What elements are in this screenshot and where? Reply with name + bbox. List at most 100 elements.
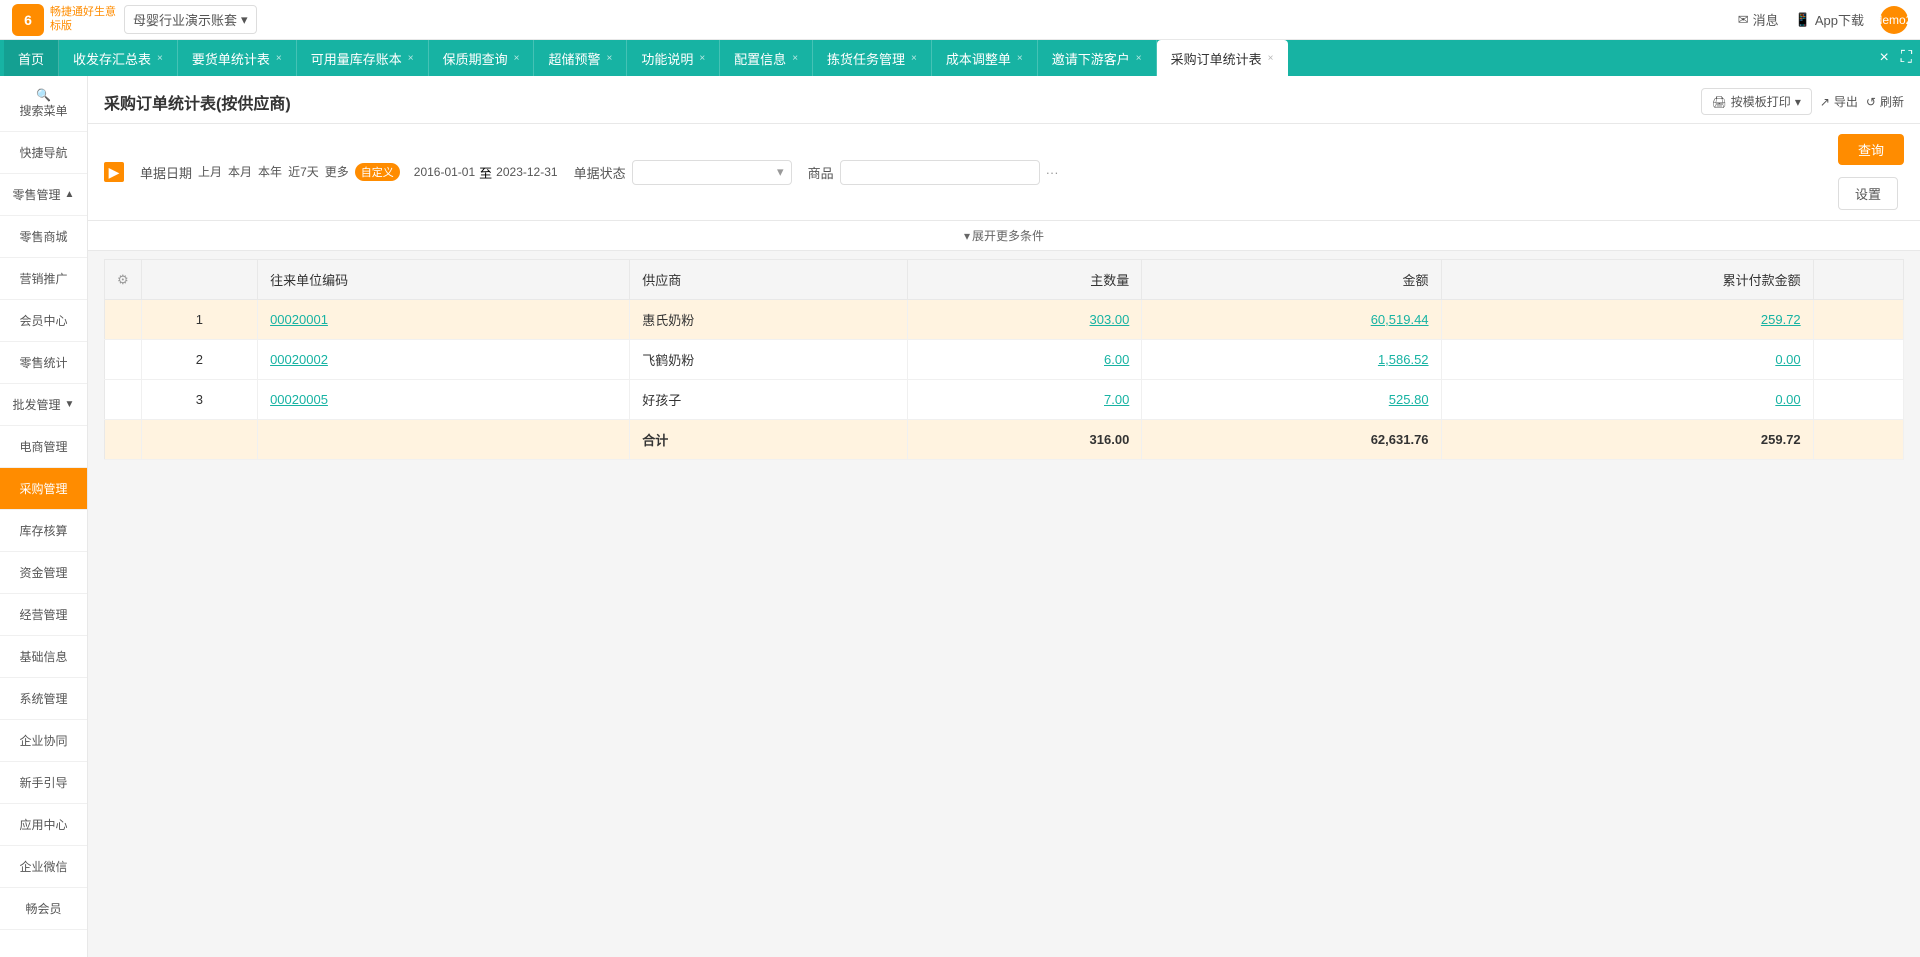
last-month-shortcut[interactable]: 上月: [198, 163, 222, 181]
tab-overstock[interactable]: 超储预警 ×: [534, 40, 627, 76]
expand-more-bar: ▾ 展开更多条件: [88, 221, 1920, 251]
tab-pick-task[interactable]: 拣货任务管理 ×: [813, 40, 932, 76]
maximize-button[interactable]: ⛶: [1897, 45, 1916, 71]
close-tab-function-desc[interactable]: ×: [699, 53, 705, 64]
goods-filter-group: 商品 ···: [808, 160, 1059, 185]
last-7-days-shortcut[interactable]: 近7天: [288, 163, 319, 181]
sidebar-item-system[interactable]: 系统管理: [0, 678, 87, 720]
sidebar-item-purchase[interactable]: 采购管理: [0, 468, 87, 510]
close-tab-overstock[interactable]: ×: [606, 53, 612, 64]
expand-more-button[interactable]: ▾ 展开更多条件: [964, 227, 1044, 244]
close-tab-inventory-book[interactable]: ×: [408, 53, 414, 64]
sidebar-item-new-guide[interactable]: 新手引导: [0, 762, 87, 804]
col-quantity: 主数量: [908, 260, 1142, 300]
more-date-shortcut[interactable]: 更多: [325, 163, 349, 181]
nav-tabs: 首页 收发存汇总表 × 要货单统计表 × 可用量库存账本 × 保质期查询 × 超…: [0, 40, 1920, 76]
filter-row: ▶ 单据日期 上月 本月 本年 近7天 更多 自定义 2016-01-01 至: [104, 134, 1904, 210]
chevron-down-icon: ▾: [241, 12, 248, 28]
nav-tabs-actions: × ⛶: [1875, 45, 1920, 71]
row-seq: 1: [141, 300, 257, 340]
sidebar-item-marketing[interactable]: 营销推广: [0, 258, 87, 300]
goods-filter-label: 商品: [808, 163, 834, 182]
col-seq: [141, 260, 257, 300]
col-supplier-code: 往来单位编码: [258, 260, 630, 300]
col-amount: 金额: [1142, 260, 1441, 300]
message-button[interactable]: ✉ 消息: [1738, 10, 1779, 29]
col-settings: ⚙: [105, 260, 142, 300]
this-month-shortcut[interactable]: 本月: [228, 163, 252, 181]
app-download-button[interactable]: 📱 App下载: [1795, 10, 1864, 29]
page-title: 采购订单统计表(按供应商): [104, 90, 291, 114]
close-tab-shelf-life[interactable]: ×: [514, 53, 520, 64]
sidebar-item-member2[interactable]: 畅会员: [0, 888, 87, 930]
sidebar-item-wholesale[interactable]: 批发管理 ▼: [0, 384, 87, 426]
sidebar-item-retail-shop[interactable]: 零售商城: [0, 216, 87, 258]
close-all-tabs-button[interactable]: ×: [1875, 45, 1892, 71]
chevron-up-icon: ▲: [65, 189, 75, 200]
this-year-shortcut[interactable]: 本年: [258, 163, 282, 181]
query-button[interactable]: 查询: [1838, 134, 1904, 165]
footer-label: 合计: [630, 420, 908, 460]
sidebar-item-retail-mgmt[interactable]: 零售管理 ▲: [0, 174, 87, 216]
goods-input-more-icon[interactable]: ···: [1046, 165, 1059, 180]
row-paid-amount: 259.72: [1441, 300, 1813, 340]
goods-input[interactable]: [840, 160, 1040, 185]
sidebar-item-ecommerce[interactable]: 电商管理: [0, 426, 87, 468]
row-amount: 525.80: [1142, 380, 1441, 420]
sidebar-item-wechat[interactable]: 企业微信: [0, 846, 87, 888]
close-tab-purchase-summary[interactable]: ×: [1268, 53, 1274, 64]
sidebar-item-app-center[interactable]: 应用中心: [0, 804, 87, 846]
sidebar-item-operations[interactable]: 经营管理: [0, 594, 87, 636]
tab-shelf-life[interactable]: 保质期查询 ×: [429, 40, 535, 76]
tab-function-desc[interactable]: 功能说明 ×: [627, 40, 720, 76]
sidebar-item-enterprise[interactable]: 企业协同: [0, 720, 87, 762]
table-footer-row: 合计 316.00 62,631.76 259.72: [105, 420, 1904, 460]
tab-inventory-book[interactable]: 可用量库存账本 ×: [297, 40, 429, 76]
row-quantity: 7.00: [908, 380, 1142, 420]
refresh-icon: ↺: [1866, 95, 1876, 109]
row-supplier-code: 00020001: [258, 300, 630, 340]
refresh-button[interactable]: ↺ 刷新: [1866, 93, 1904, 110]
row-paid-amount: 0.00: [1441, 340, 1813, 380]
settings-col-icon[interactable]: ⚙: [117, 272, 129, 287]
footer-amount: 62,631.76: [1142, 420, 1441, 460]
row-quantity: 6.00: [908, 340, 1142, 380]
workspace-selector[interactable]: 母婴行业演示账套 ▾: [124, 5, 257, 34]
close-tab-cost-adjust[interactable]: ×: [1017, 53, 1023, 64]
tab-cost-adjust[interactable]: 成本调整单 ×: [932, 40, 1038, 76]
sidebar-item-basic-info[interactable]: 基础信息: [0, 636, 87, 678]
tab-receive-summary[interactable]: 收发存汇总表 ×: [59, 40, 178, 76]
date-filter-group: 单据日期 上月 本月 本年 近7天 更多 自定义 2016-01-01 至 20…: [140, 163, 558, 182]
status-filter-group: 单据状态: [574, 160, 792, 185]
status-select[interactable]: [632, 160, 792, 185]
avatar[interactable]: demo2: [1880, 6, 1908, 34]
sidebar-item-search[interactable]: 🔍 搜索菜单: [0, 76, 87, 132]
collapse-filter-button[interactable]: ▶: [104, 162, 124, 182]
close-tab-receive-summary[interactable]: ×: [157, 53, 163, 64]
sidebar-item-retail-stats[interactable]: 零售统计: [0, 342, 87, 384]
sidebar-item-member[interactable]: 会员中心: [0, 300, 87, 342]
close-tab-invite-downstream[interactable]: ×: [1136, 53, 1142, 64]
tab-goods-summary[interactable]: 要货单统计表 ×: [178, 40, 297, 76]
close-tab-goods-summary[interactable]: ×: [276, 53, 282, 64]
date-to[interactable]: 2023-12-31: [496, 165, 557, 179]
print-button[interactable]: 🖨 按模板打印 ▾: [1701, 88, 1812, 115]
settings-button[interactable]: 设置: [1838, 177, 1898, 210]
sidebar-item-finance[interactable]: 资金管理: [0, 552, 87, 594]
close-tab-config[interactable]: ×: [792, 53, 798, 64]
date-from[interactable]: 2016-01-01: [414, 165, 475, 179]
row-amount: 60,519.44: [1142, 300, 1441, 340]
sidebar-item-inventory[interactable]: 库存核算: [0, 510, 87, 552]
status-filter-label: 单据状态: [574, 163, 626, 182]
export-button[interactable]: ↗ 导出: [1820, 93, 1858, 110]
tab-purchase-summary[interactable]: 采购订单统计表 ×: [1157, 40, 1289, 76]
row-paid-amount: 0.00: [1441, 380, 1813, 420]
sidebar-item-quick-nav[interactable]: 快捷导航: [0, 132, 87, 174]
tab-config[interactable]: 配置信息 ×: [720, 40, 813, 76]
close-tab-pick-task[interactable]: ×: [911, 53, 917, 64]
table-row: 1 00020001 惠氏奶粉 303.00 60,519.44 259.72: [105, 300, 1904, 340]
tab-home[interactable]: 首页: [4, 40, 59, 76]
sidebar: 🔍 搜索菜单 快捷导航 零售管理 ▲ 零售商城 营销推广 会员中心 零售统计 批…: [0, 76, 88, 957]
logo-text: 畅捷通好生意 标版: [50, 6, 116, 32]
tab-invite-downstream[interactable]: 邀请下游客户 ×: [1038, 40, 1157, 76]
